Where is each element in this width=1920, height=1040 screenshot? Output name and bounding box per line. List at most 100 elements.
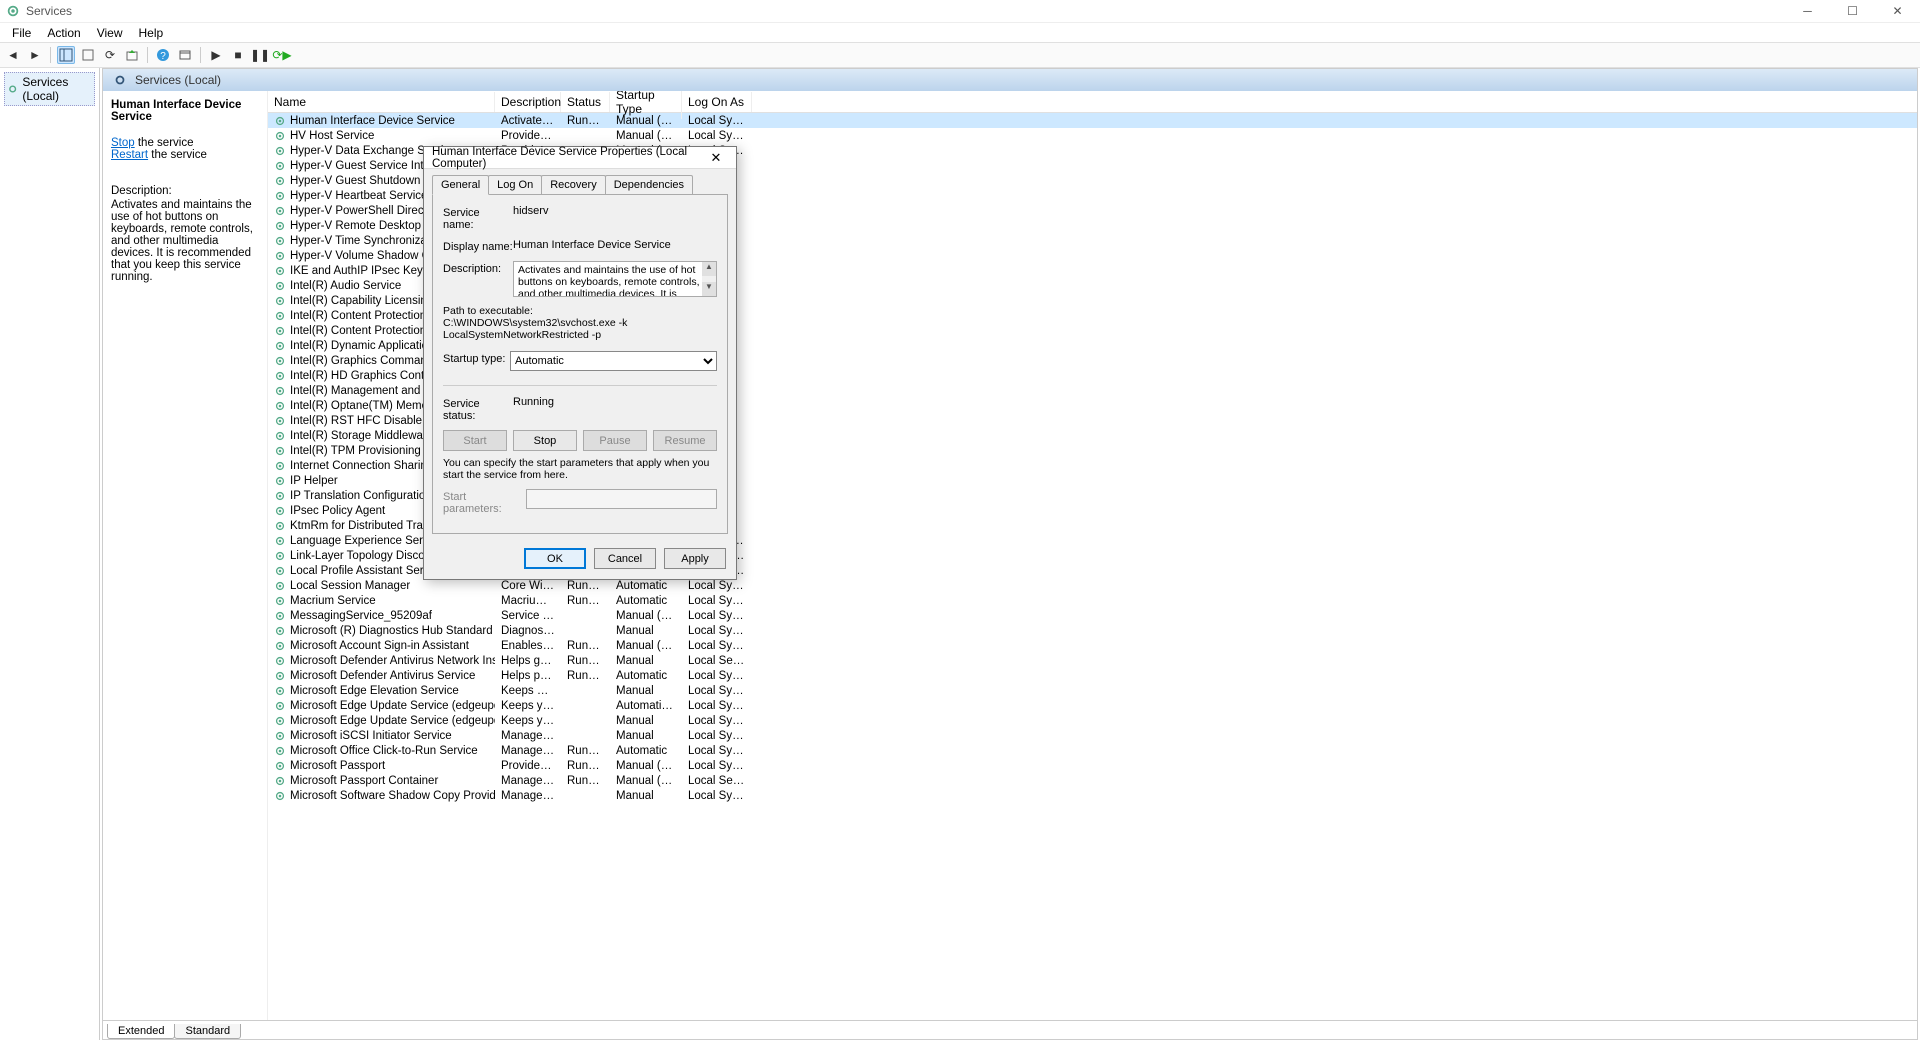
show-hide-tree-icon[interactable] (57, 46, 75, 64)
cell-description: Activates an... (495, 115, 561, 127)
cell-status: Running (561, 745, 610, 757)
service-row[interactable]: Microsoft Edge Update Service (edgeupdat… (268, 713, 1917, 728)
cell-name: HV Host Service (290, 130, 374, 142)
detail-panel: Human Interface Device Service Stop the … (103, 91, 268, 1020)
tab-general[interactable]: General (432, 175, 489, 195)
pause-icon[interactable]: ❚❚ (251, 46, 269, 64)
tree-root-services-local[interactable]: Services (Local) (4, 72, 95, 106)
cell-description: Service sup... (495, 610, 561, 622)
stop-link[interactable]: Stop (111, 137, 135, 149)
service-row[interactable]: Microsoft Defender Antivirus ServiceHelp… (268, 668, 1917, 683)
gear-icon (274, 280, 286, 292)
restart-link[interactable]: Restart (111, 149, 148, 161)
menu-view[interactable]: View (89, 24, 131, 42)
cell-name: IP Helper (290, 475, 338, 487)
restart-icon[interactable]: ⟳▶ (273, 46, 291, 64)
service-row[interactable]: MessagingService_95209afService sup...Ma… (268, 608, 1917, 623)
menu-file[interactable]: File (4, 24, 39, 42)
back-icon[interactable]: ◄ (4, 46, 22, 64)
cell-startup: Automatic (610, 580, 682, 592)
service-row[interactable]: Microsoft Edge Elevation ServiceKeeps Mi… (268, 683, 1917, 698)
play-icon[interactable]: ▶ (207, 46, 225, 64)
col-header-logon[interactable]: Log On As (682, 92, 752, 112)
scroll-down-icon[interactable]: ▼ (702, 282, 716, 296)
gear-icon (274, 550, 286, 562)
service-row[interactable]: Microsoft PassportProvides pr...RunningM… (268, 758, 1917, 773)
service-row[interactable]: Microsoft Passport ContainerManages lo..… (268, 773, 1917, 788)
tab-standard[interactable]: Standard (174, 1024, 241, 1039)
cell-startup: Automatic (610, 745, 682, 757)
service-row[interactable]: Microsoft Software Shadow Copy ProviderM… (268, 788, 1917, 803)
gear-icon (274, 490, 286, 502)
ok-button[interactable]: OK (524, 548, 586, 569)
startup-type-select[interactable]: Automatic (510, 351, 717, 371)
cell-logon: Local Syste... (682, 685, 752, 697)
start-button: Start (443, 430, 507, 451)
cell-status: Running (561, 655, 610, 667)
service-row[interactable]: HV Host ServiceProvides an ...Manual (Tr… (268, 128, 1917, 143)
cell-name: Microsoft iSCSI Initiator Service (290, 730, 452, 742)
gear-icon (274, 760, 286, 772)
tab-dependencies[interactable]: Dependencies (605, 175, 693, 194)
value-service-name: hidserv (513, 205, 717, 217)
pane-title: Services (Local) (135, 73, 221, 87)
gear-icon (274, 595, 286, 607)
cell-description: Manages so... (495, 790, 561, 802)
scroll-up-icon[interactable]: ▲ (702, 262, 716, 276)
service-row[interactable]: Microsoft (R) Diagnostics Hub Standard C… (268, 623, 1917, 638)
tab-recovery[interactable]: Recovery (541, 175, 605, 194)
cell-name: Intel(R) Audio Service (290, 280, 401, 292)
value-display-name: Human Interface Device Service (513, 239, 717, 251)
service-row[interactable]: Human Interface Device ServiceActivates … (268, 113, 1917, 128)
col-header-startup[interactable]: Startup Type (610, 91, 682, 119)
stop-button[interactable]: Stop (513, 430, 577, 451)
close-button[interactable]: ✕ (1875, 0, 1920, 22)
properties-icon[interactable] (79, 46, 97, 64)
cell-name: Microsoft Passport Container (290, 775, 438, 787)
menu-help[interactable]: Help (131, 24, 172, 42)
col-header-description[interactable]: Description (495, 92, 561, 112)
col-header-status[interactable]: Status (561, 92, 610, 112)
forward-icon[interactable]: ► (26, 46, 44, 64)
cancel-button[interactable]: Cancel (594, 548, 656, 569)
gear-icon (274, 505, 286, 517)
toolbar: ◄ ► ⟳ ? ▶ ■ ❚❚ ⟳▶ (0, 42, 1920, 68)
service-row[interactable]: Local Session ManagerCore Windo...Runnin… (268, 578, 1917, 593)
description-label: Description: (111, 185, 259, 197)
start-parameters-input (526, 489, 717, 509)
tab-extended[interactable]: Extended (107, 1024, 175, 1039)
description-box[interactable]: Activates and maintains the use of hot b… (513, 261, 717, 297)
cell-logon: Local Service (682, 655, 752, 667)
export-icon[interactable] (123, 46, 141, 64)
view-tabs: Extended Standard (103, 1020, 1917, 1039)
service-row[interactable]: Microsoft Defender Antivirus Network Ins… (268, 653, 1917, 668)
refresh-icon[interactable]: ⟳ (101, 46, 119, 64)
gear-icon (113, 73, 127, 87)
service-row[interactable]: Microsoft Edge Update Service (edgeupdat… (268, 698, 1917, 713)
stop-icon[interactable]: ■ (229, 46, 247, 64)
help-icon[interactable]: ? (154, 46, 172, 64)
menu-action[interactable]: Action (39, 24, 88, 42)
maximize-button[interactable]: ☐ (1830, 0, 1875, 22)
gear-icon (274, 415, 286, 427)
minimize-button[interactable]: ─ (1785, 0, 1830, 22)
service-row[interactable]: Microsoft iSCSI Initiator ServiceManages… (268, 728, 1917, 743)
cell-logon: Local Syste... (682, 760, 752, 772)
service-row[interactable]: Macrium ServiceMacrium Se...RunningAutom… (268, 593, 1917, 608)
tab-logon[interactable]: Log On (488, 175, 542, 194)
service-row[interactable]: Microsoft Account Sign-in AssistantEnabl… (268, 638, 1917, 653)
cell-logon: Local Service (682, 775, 752, 787)
window-icon[interactable] (176, 46, 194, 64)
cell-status: Running (561, 775, 610, 787)
dialog-close-button[interactable]: ✕ (704, 150, 728, 166)
gear-icon (274, 250, 286, 262)
col-header-name[interactable]: Name (268, 92, 495, 112)
gear-icon (274, 370, 286, 382)
description-scrollbar[interactable]: ▲▼ (702, 262, 716, 296)
service-row[interactable]: Microsoft Office Click-to-Run ServiceMan… (268, 743, 1917, 758)
apply-button[interactable]: Apply (664, 548, 726, 569)
dialog-titlebar[interactable]: Human Interface Device Service Propertie… (424, 147, 736, 169)
cell-description: Enables use... (495, 640, 561, 652)
cell-description: Manages re... (495, 745, 561, 757)
cell-name: IPsec Policy Agent (290, 505, 385, 517)
